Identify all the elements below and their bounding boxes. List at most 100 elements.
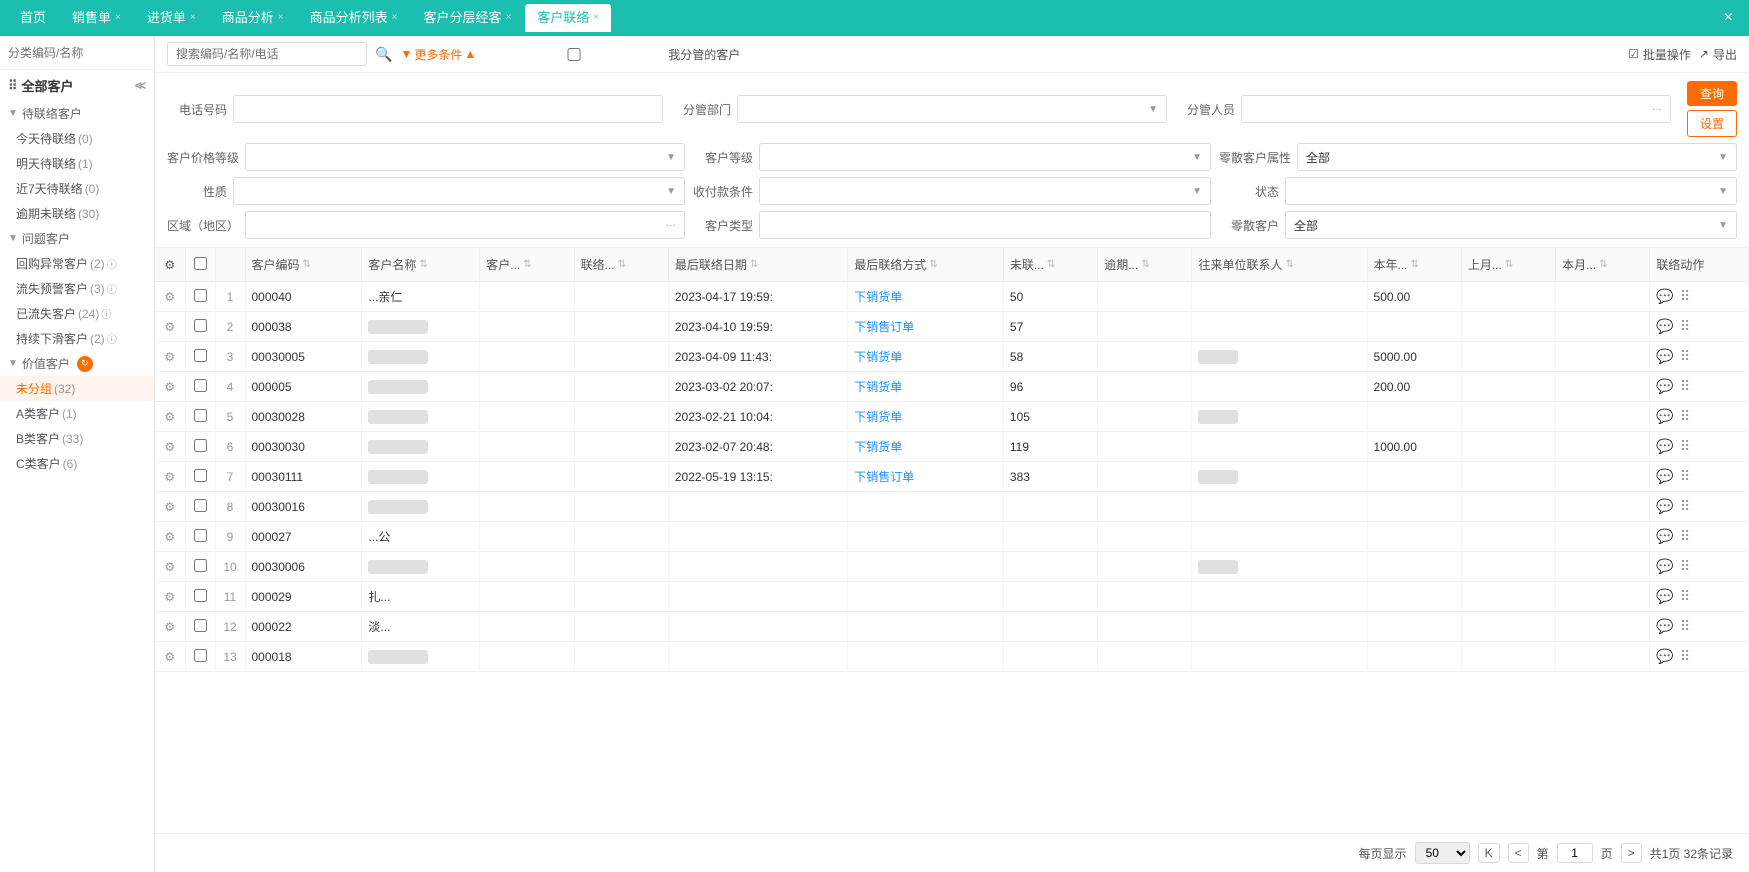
contact-icon[interactable]: 💬 bbox=[1656, 468, 1673, 485]
search-button-adv[interactable]: 查询 bbox=[1687, 81, 1737, 106]
score-customers-group[interactable]: ▼ 价值客户 ↻ bbox=[0, 351, 154, 376]
sidebar-item-7days[interactable]: 近7天待联络(0) bbox=[0, 176, 154, 201]
tab-purchase[interactable]: 进货单 × bbox=[135, 4, 208, 32]
zero-attr-select[interactable]: 全部 ▼ bbox=[1297, 143, 1737, 171]
row-checkbox[interactable] bbox=[194, 619, 207, 632]
row-settings[interactable]: ⚙ bbox=[155, 612, 185, 642]
row-checkbox-cell[interactable] bbox=[185, 612, 215, 642]
row-checkbox-cell[interactable] bbox=[185, 582, 215, 612]
row-checkbox[interactable] bbox=[194, 439, 207, 452]
row-last-contact-method[interactable] bbox=[848, 582, 1004, 612]
sidebar-item-a-class[interactable]: A类客户(1) bbox=[0, 401, 154, 426]
contact-icon[interactable]: 💬 bbox=[1656, 438, 1673, 455]
row-settings[interactable]: ⚙ bbox=[155, 492, 185, 522]
close-product-analysis-list-tab[interactable]: × bbox=[392, 4, 398, 32]
row-last-contact-method[interactable] bbox=[848, 492, 1004, 522]
gender-select[interactable]: ▼ bbox=[233, 177, 685, 205]
contact-icon[interactable]: 💬 bbox=[1656, 528, 1673, 545]
more-actions-icon[interactable]: ⠿ bbox=[1680, 498, 1690, 515]
contact-column-header[interactable]: 联络...⇅ bbox=[574, 248, 668, 282]
region-select[interactable]: ··· bbox=[245, 211, 685, 239]
row-settings[interactable]: ⚙ bbox=[155, 552, 185, 582]
first-page-button[interactable]: K bbox=[1478, 843, 1500, 863]
contact-icon[interactable]: 💬 bbox=[1656, 558, 1673, 575]
waiting-contact-group[interactable]: ▼ 待联络客户 bbox=[0, 101, 154, 126]
more-actions-icon[interactable]: ⠿ bbox=[1680, 558, 1690, 575]
row-checkbox-cell[interactable] bbox=[185, 402, 215, 432]
row-settings[interactable]: ⚙ bbox=[155, 372, 185, 402]
row-checkbox-cell[interactable] bbox=[185, 342, 215, 372]
row-last-contact-method[interactable]: 下销售订单 bbox=[848, 462, 1004, 492]
row-last-contact-method[interactable] bbox=[848, 552, 1004, 582]
row-last-contact-method[interactable] bbox=[848, 642, 1004, 672]
more-actions-icon[interactable]: ⠿ bbox=[1680, 648, 1690, 665]
row-last-contact-method[interactable] bbox=[848, 612, 1004, 642]
contact-icon[interactable]: 💬 bbox=[1656, 378, 1673, 395]
last-contact-method-column-header[interactable]: 最后联络方式⇅ bbox=[848, 248, 1004, 282]
more-actions-icon[interactable]: ⠿ bbox=[1680, 528, 1690, 545]
phone-input[interactable] bbox=[233, 95, 663, 123]
my-customers-checkbox-label[interactable]: 我分管的客户 bbox=[484, 46, 740, 63]
tab-customer-contact[interactable]: 客户联络 × bbox=[525, 4, 611, 32]
my-customers-checkbox[interactable] bbox=[484, 48, 664, 61]
row-checkbox[interactable] bbox=[194, 499, 207, 512]
contact-icon[interactable]: 💬 bbox=[1656, 318, 1673, 335]
row-settings[interactable]: ⚙ bbox=[155, 642, 185, 672]
row-checkbox-cell[interactable] bbox=[185, 312, 215, 342]
name-column-header[interactable]: 客户名称⇅ bbox=[362, 248, 480, 282]
not-contacted-column-header[interactable]: 未联...⇅ bbox=[1003, 248, 1097, 282]
tab-customer-segment[interactable]: 客户分层经客 × bbox=[411, 4, 523, 32]
search-button[interactable]: 🔍 bbox=[375, 46, 392, 63]
contact-icon[interactable]: 💬 bbox=[1656, 408, 1673, 425]
select-all-checkbox[interactable] bbox=[194, 257, 207, 270]
contact-icon[interactable]: 💬 bbox=[1656, 588, 1673, 605]
row-checkbox-cell[interactable] bbox=[185, 492, 215, 522]
sidebar-item-declining[interactable]: 持续下滑客户(2) ⓘ bbox=[0, 326, 154, 351]
row-settings[interactable]: ⚙ bbox=[155, 582, 185, 612]
more-actions-icon[interactable]: ⠿ bbox=[1680, 468, 1690, 485]
dept-select[interactable]: ▼ bbox=[737, 95, 1167, 123]
last-contact-date-column-header[interactable]: 最后联络日期⇅ bbox=[668, 248, 847, 282]
row-settings[interactable]: ⚙ bbox=[155, 282, 185, 312]
more-actions-icon[interactable]: ⠿ bbox=[1680, 378, 1690, 395]
more-actions-icon[interactable]: ⠿ bbox=[1680, 288, 1690, 305]
this-year-column-header[interactable]: 本年...⇅ bbox=[1367, 248, 1461, 282]
status-select[interactable]: ▼ bbox=[1285, 177, 1737, 205]
close-product-analysis-tab[interactable]: × bbox=[278, 4, 284, 32]
row-checkbox-cell[interactable] bbox=[185, 522, 215, 552]
reset-button-adv[interactable]: 设置 bbox=[1687, 110, 1737, 137]
customerx-column-header[interactable]: 客户...⇅ bbox=[480, 248, 574, 282]
row-checkbox-cell[interactable] bbox=[185, 432, 215, 462]
sidebar-item-ungroup[interactable]: 未分组(32) bbox=[0, 376, 154, 401]
row-settings[interactable]: ⚙ bbox=[155, 522, 185, 552]
more-actions-icon[interactable]: ⠿ bbox=[1680, 318, 1690, 335]
close-sales-tab[interactable]: × bbox=[115, 4, 121, 32]
all-customers-header[interactable]: ⠿ 全部客户 ≪ bbox=[0, 70, 154, 101]
search-input[interactable] bbox=[167, 42, 367, 66]
zero-customer-select[interactable]: 全部 ▼ bbox=[1285, 211, 1737, 239]
this-month-column-header[interactable]: 本月...⇅ bbox=[1556, 248, 1650, 282]
row-checkbox-cell[interactable] bbox=[185, 372, 215, 402]
row-checkbox[interactable] bbox=[194, 349, 207, 362]
more-actions-icon[interactable]: ⠿ bbox=[1680, 438, 1690, 455]
close-customer-contact-tab[interactable]: × bbox=[593, 4, 599, 32]
sidebar-item-today[interactable]: 今天待联络(0) bbox=[0, 126, 154, 151]
contact-icon[interactable]: 💬 bbox=[1656, 348, 1673, 365]
customer-type-select[interactable] bbox=[759, 211, 1211, 239]
sidebar-item-c-class[interactable]: C类客户(6) bbox=[0, 451, 154, 476]
row-last-contact-method[interactable]: 下销售订单 bbox=[848, 312, 1004, 342]
row-settings[interactable]: ⚙ bbox=[155, 402, 185, 432]
row-checkbox[interactable] bbox=[194, 409, 207, 422]
row-settings[interactable]: ⚙ bbox=[155, 342, 185, 372]
row-last-contact-method[interactable]: 下销货单 bbox=[848, 432, 1004, 462]
row-last-contact-method[interactable]: 下销货单 bbox=[848, 402, 1004, 432]
sidebar-item-churned[interactable]: 已流失客户(24) ⓘ bbox=[0, 301, 154, 326]
more-actions-icon[interactable]: ⠿ bbox=[1680, 408, 1690, 425]
code-column-header[interactable]: 客户编码⇅ bbox=[245, 248, 362, 282]
row-checkbox[interactable] bbox=[194, 319, 207, 332]
more-actions-icon[interactable]: ⠿ bbox=[1680, 588, 1690, 605]
row-last-contact-method[interactable] bbox=[848, 522, 1004, 552]
more-actions-icon[interactable]: ⠿ bbox=[1680, 348, 1690, 365]
row-checkbox[interactable] bbox=[194, 649, 207, 662]
contact-icon[interactable]: 💬 bbox=[1656, 648, 1673, 665]
